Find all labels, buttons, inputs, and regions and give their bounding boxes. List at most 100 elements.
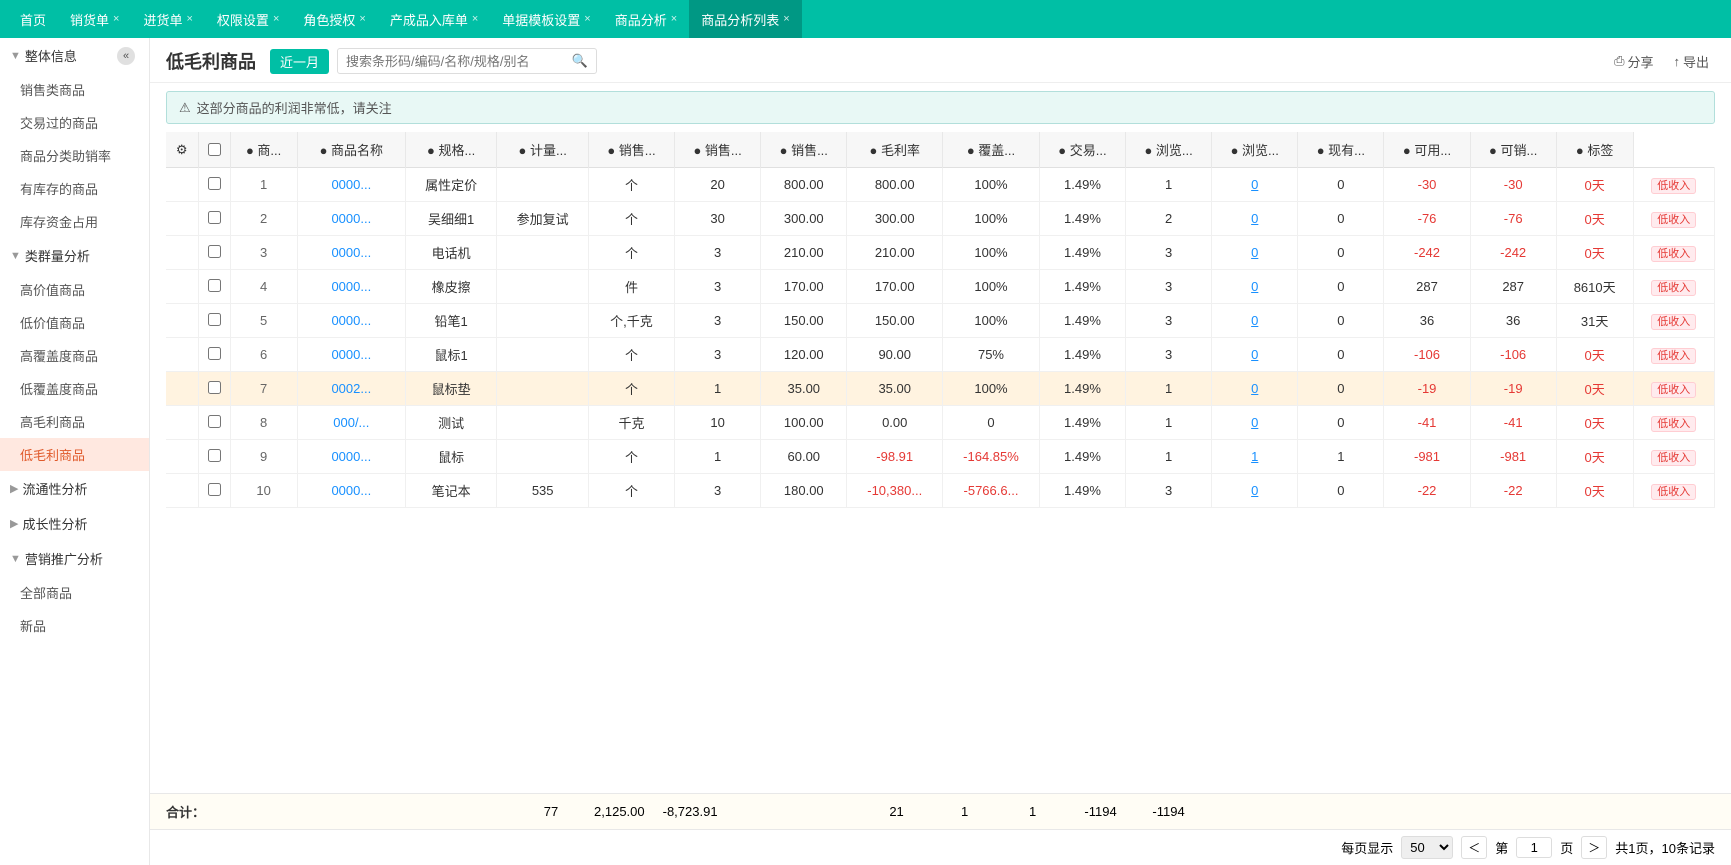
sidebar-item-low-value[interactable]: 低价值商品	[0, 306, 149, 339]
th-coverage: ● 覆盖...	[943, 132, 1040, 168]
row-browse1[interactable]: 1	[1212, 440, 1298, 474]
total-info: 共1页，10条记录	[1615, 838, 1715, 857]
row-browse1[interactable]: 0	[1212, 338, 1298, 372]
search-input[interactable]	[346, 54, 572, 69]
row-select-checkbox[interactable]	[208, 177, 221, 190]
row-browse1[interactable]: 0	[1212, 270, 1298, 304]
row-browse2: 0	[1298, 202, 1384, 236]
row-select-checkbox[interactable]	[208, 347, 221, 360]
sidebar-item-stocked-products[interactable]: 有库存的商品	[0, 172, 149, 205]
row-checkbox[interactable]	[198, 168, 230, 202]
sidebar-item-low-margin[interactable]: 低毛利商品	[0, 438, 149, 471]
row-browse1[interactable]: 0	[1212, 372, 1298, 406]
row-checkbox[interactable]	[198, 440, 230, 474]
row-select-checkbox[interactable]	[208, 211, 221, 224]
settings-col-header[interactable]: ⚙	[166, 132, 198, 168]
nav-purchase-order[interactable]: 进货单×	[131, 0, 204, 38]
notice-bar: ⚠ 这部分商品的利润非常低，请关注	[166, 91, 1715, 124]
row-checkbox[interactable]	[198, 270, 230, 304]
row-checkbox[interactable]	[198, 202, 230, 236]
row-checkbox[interactable]	[198, 338, 230, 372]
sidebar-group-liquidity[interactable]: ▶ 流通性分析	[0, 471, 149, 506]
row-select-checkbox[interactable]	[208, 279, 221, 292]
row-checkbox[interactable]	[198, 236, 230, 270]
row-checkbox[interactable]	[198, 304, 230, 338]
page-size-select[interactable]: 20 50 100 200	[1401, 836, 1453, 859]
close-icon[interactable]: ×	[783, 13, 789, 25]
row-browse1[interactable]: 0	[1212, 406, 1298, 440]
nav-permission[interactable]: 权限设置×	[205, 0, 291, 38]
select-all-checkbox[interactable]	[208, 143, 221, 156]
close-icon[interactable]: ×	[113, 13, 119, 25]
sidebar-item-low-coverage[interactable]: 低覆盖度商品	[0, 372, 149, 405]
close-icon[interactable]: ×	[359, 13, 365, 25]
sidebar-group-marketing[interactable]: ▼ 营销推广分析	[0, 541, 149, 576]
sidebar-item-sales-products[interactable]: 销售类商品	[0, 73, 149, 106]
row-checkbox[interactable]	[198, 406, 230, 440]
close-icon[interactable]: ×	[186, 13, 192, 25]
share-button[interactable]: ⎙ 分享	[1608, 49, 1659, 74]
nav-product-analysis-list[interactable]: 商品分析列表×	[689, 0, 801, 38]
sidebar-item-high-value[interactable]: 高价值商品	[0, 273, 149, 306]
row-select-checkbox[interactable]	[208, 483, 221, 496]
row-browse1[interactable]: 0	[1212, 236, 1298, 270]
sidebar-item-category-assist[interactable]: 商品分类助销率	[0, 139, 149, 172]
row-gross-margin: 100%	[943, 304, 1040, 338]
row-transaction: 1	[1126, 406, 1212, 440]
row-checkbox[interactable]	[198, 372, 230, 406]
prev-page-button[interactable]: ＜	[1461, 836, 1487, 859]
sidebar-item-stock-capital[interactable]: 库存资金占用	[0, 205, 149, 238]
row-select-checkbox[interactable]	[208, 381, 221, 394]
header-actions: ⎙ 分享 ↑ 导出	[1608, 49, 1715, 74]
sidebar-group-growth[interactable]: ▶ 成长性分析	[0, 506, 149, 541]
sidebar-item-high-margin[interactable]: 高毛利商品	[0, 405, 149, 438]
row-checkbox[interactable]	[198, 474, 230, 508]
nav-role[interactable]: 角色授权×	[291, 0, 377, 38]
search-icon[interactable]: 🔍	[572, 53, 588, 69]
row-select-checkbox[interactable]	[208, 449, 221, 462]
export-button[interactable]: ↑ 导出	[1667, 49, 1715, 74]
settings-icon[interactable]: ⚙	[176, 142, 188, 158]
th-tag: ● 标签	[1556, 132, 1633, 168]
row-browse1[interactable]: 0	[1212, 304, 1298, 338]
sidebar-group-cluster[interactable]: ▼ 类群量分析	[0, 238, 149, 273]
row-number: 4	[230, 270, 297, 304]
row-sales-profit: 150.00	[847, 304, 943, 338]
checkbox-col-header[interactable]	[198, 132, 230, 168]
sidebar-item-traded-products[interactable]: 交易过的商品	[0, 106, 149, 139]
sidebar-item-high-coverage[interactable]: 高覆盖度商品	[0, 339, 149, 372]
footer-transaction: 21	[867, 804, 927, 819]
nav-sales-order[interactable]: 销货单×	[58, 0, 131, 38]
close-icon[interactable]: ×	[472, 13, 478, 25]
row-browse1[interactable]: 0	[1212, 202, 1298, 236]
row-number: 2	[230, 202, 297, 236]
close-icon[interactable]: ×	[584, 13, 590, 25]
nav-product-in[interactable]: 产成品入库单×	[378, 0, 490, 38]
table-body: 1 0000... 属性定价 个 20 800.00 800.00 100% 1…	[166, 168, 1715, 508]
nav-product-analysis[interactable]: 商品分析×	[603, 0, 689, 38]
row-spec	[497, 406, 589, 440]
row-settings	[166, 304, 198, 338]
row-select-checkbox[interactable]	[208, 245, 221, 258]
row-browse2: 0	[1298, 406, 1384, 440]
next-page-button[interactable]: ＞	[1581, 836, 1607, 859]
nav-template[interactable]: 单据模板设置×	[490, 0, 602, 38]
nav-home[interactable]: 首页	[8, 0, 58, 38]
sidebar-group-overall[interactable]: ▼ 整体信息 «	[0, 38, 149, 73]
row-select-checkbox[interactable]	[208, 415, 221, 428]
row-sales-price: 300.00	[761, 202, 847, 236]
row-select-checkbox[interactable]	[208, 313, 221, 326]
row-browse1[interactable]: 0	[1212, 168, 1298, 202]
footer-browse1: 1	[935, 804, 995, 819]
filter-button[interactable]: 近一月	[270, 49, 329, 74]
sidebar-item-new-products[interactable]: 新品	[0, 609, 149, 642]
row-browse2: 0	[1298, 236, 1384, 270]
collapse-button[interactable]: «	[117, 47, 135, 65]
footer-label: 合计：	[166, 802, 205, 821]
sidebar-item-all-products[interactable]: 全部商品	[0, 576, 149, 609]
page-number-input[interactable]	[1516, 837, 1552, 858]
close-icon[interactable]: ×	[273, 13, 279, 25]
close-icon[interactable]: ×	[671, 13, 677, 25]
row-browse1[interactable]: 0	[1212, 474, 1298, 508]
row-number: 7	[230, 372, 297, 406]
